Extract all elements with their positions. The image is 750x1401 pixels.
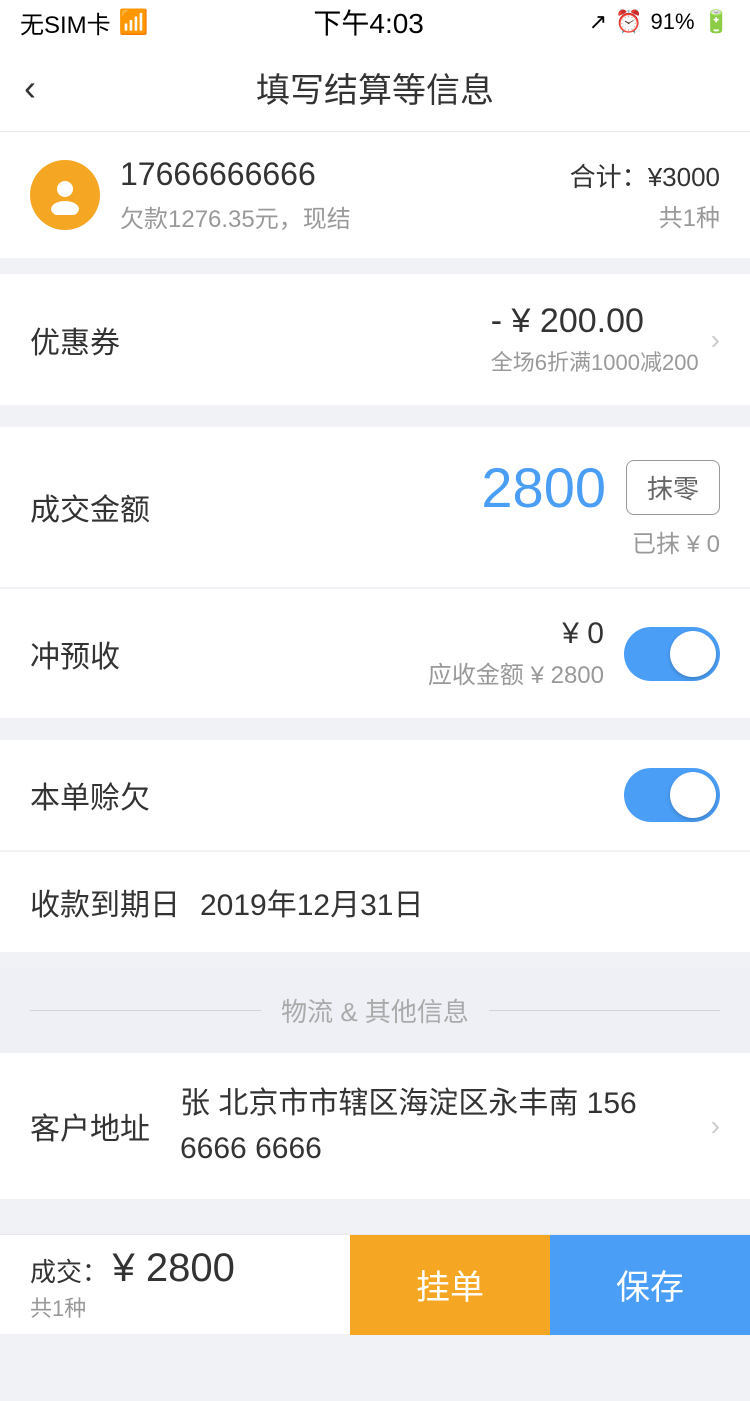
coupon-label: 优惠券 — [30, 318, 120, 362]
bottom-count: 共1种 — [30, 1291, 320, 1323]
already-rounded: 已抹 ¥ 0 — [632, 524, 720, 559]
section-divider-1 — [0, 407, 750, 427]
customer-right: 合计：¥3000 共1种 — [570, 157, 720, 233]
status-bar: 无SIM卡 📶 下午4:03 ↗ ⏰ 91% 🔋 — [0, 0, 750, 44]
address-value: 张 北京市市辖区海淀区永丰南 156 6666 6666 — [180, 1081, 711, 1171]
address-label: 客户地址 — [30, 1104, 150, 1148]
address-row[interactable]: 客户地址 张 北京市市辖区海淀区永丰南 156 6666 6666 › — [0, 1053, 750, 1199]
customer-left: 17666666666 欠款1276.35元，现结 — [30, 156, 351, 234]
battery-label: 91% — [651, 9, 695, 35]
duedate-value: 2019年12月31日 — [200, 880, 423, 924]
deal-amount-value: 2800 — [481, 455, 606, 520]
deal-amount-section: 成交金额 2800 抹零 已抹 ¥ 0 — [0, 427, 750, 587]
coupon-desc: 全场6折满1000减200 — [491, 345, 699, 377]
section-divider-2 — [0, 720, 750, 740]
status-right: ↗ ⏰ 91% 🔋 — [589, 9, 730, 35]
precharge-value-group: ¥ 0 应收金额 ¥ 2800 — [428, 617, 604, 690]
coupon-info: - ¥ 200.00 全场6折满1000减200 — [491, 302, 699, 377]
bottom-info: 成交： ¥ 2800 共1种 — [0, 1246, 350, 1323]
page-title: 填写结算等信息 — [256, 63, 494, 112]
address-chevron-icon: › — [711, 1110, 720, 1142]
precharge-row: 冲预收 ¥ 0 应收金额 ¥ 2800 — [0, 589, 750, 718]
bottom-deal-label: 成交： — [30, 1257, 108, 1287]
duedate-row: 收款到期日 2019年12月31日 — [0, 852, 750, 952]
deal-amount-right: 2800 抹零 已抹 ¥ 0 — [481, 455, 720, 559]
total-count: 共1种 — [570, 198, 720, 233]
save-button[interactable]: 保存 — [550, 1235, 750, 1335]
logistics-line-left — [30, 1010, 261, 1011]
precharge-desc: 应收金额 ¥ 2800 — [428, 655, 604, 690]
logistics-divider: 物流 & 其他信息 — [0, 968, 750, 1053]
bottom-deal-row: 成交： ¥ 2800 — [30, 1246, 320, 1291]
debt-section: 本单赊欠 — [0, 740, 750, 850]
deal-amount-row: 成交金额 2800 抹零 已抹 ¥ 0 — [0, 427, 750, 587]
address-section: 客户地址 张 北京市市辖区海淀区永丰南 156 6666 6666 › — [0, 1053, 750, 1199]
alarm-icon: ⏰ — [615, 9, 642, 35]
coupon-right: - ¥ 200.00 全场6折满1000减200 › — [491, 302, 720, 377]
precharge-section: 冲预收 ¥ 0 应收金额 ¥ 2800 — [0, 589, 750, 718]
sim-label: 无SIM卡 — [20, 5, 111, 40]
coupon-row[interactable]: 优惠券 - ¥ 200.00 全场6折满1000减200 › — [0, 274, 750, 405]
precharge-amount: ¥ 0 — [428, 617, 604, 651]
round-button[interactable]: 抹零 — [626, 460, 720, 515]
logistics-text: 物流 & 其他信息 — [281, 992, 469, 1029]
debt-toggle[interactable] — [624, 768, 720, 822]
wifi-icon: 📶 — [119, 8, 149, 37]
customer-info: 17666666666 欠款1276.35元，现结 — [120, 156, 351, 234]
content: 17666666666 欠款1276.35元，现结 合计：¥3000 共1种 优… — [0, 132, 750, 1401]
debt-label: 本单赊欠 — [30, 773, 150, 817]
total-label: 合计：¥3000 — [570, 157, 720, 194]
precharge-right: ¥ 0 应收金额 ¥ 2800 — [428, 617, 720, 690]
location-icon: ↗ — [589, 9, 607, 35]
coupon-discount: - ¥ 200.00 — [491, 302, 699, 341]
total-amount: ¥3000 — [648, 162, 720, 192]
status-time: 下午4:03 — [313, 2, 424, 42]
header: ‹ 填写结算等信息 — [0, 44, 750, 132]
duedate-label: 收款到期日 — [30, 880, 180, 924]
chevron-right-icon: › — [711, 324, 720, 356]
logistics-line-right — [489, 1010, 720, 1011]
debt-row: 本单赊欠 — [0, 740, 750, 850]
battery-icon: 🔋 — [703, 9, 730, 35]
deal-amount-group: 2800 抹零 — [481, 455, 720, 520]
duedate-section: 收款到期日 2019年12月31日 — [0, 852, 750, 952]
precharge-label: 冲预收 — [30, 632, 120, 676]
customer-card: 17666666666 欠款1276.35元，现结 合计：¥3000 共1种 — [0, 132, 750, 258]
customer-debt: 欠款1276.35元，现结 — [120, 199, 351, 234]
bottom-bar: 成交： ¥ 2800 共1种 挂单 保存 — [0, 1234, 750, 1334]
back-button[interactable]: ‹ — [24, 67, 36, 109]
customer-phone: 17666666666 — [120, 156, 351, 193]
bottom-deal-amount: ¥ 2800 — [112, 1246, 234, 1290]
status-left: 无SIM卡 📶 — [20, 5, 149, 40]
hold-button[interactable]: 挂单 — [350, 1235, 550, 1335]
precharge-toggle[interactable] — [624, 627, 720, 681]
avatar — [30, 160, 100, 230]
deal-amount-label: 成交金额 — [30, 485, 150, 529]
